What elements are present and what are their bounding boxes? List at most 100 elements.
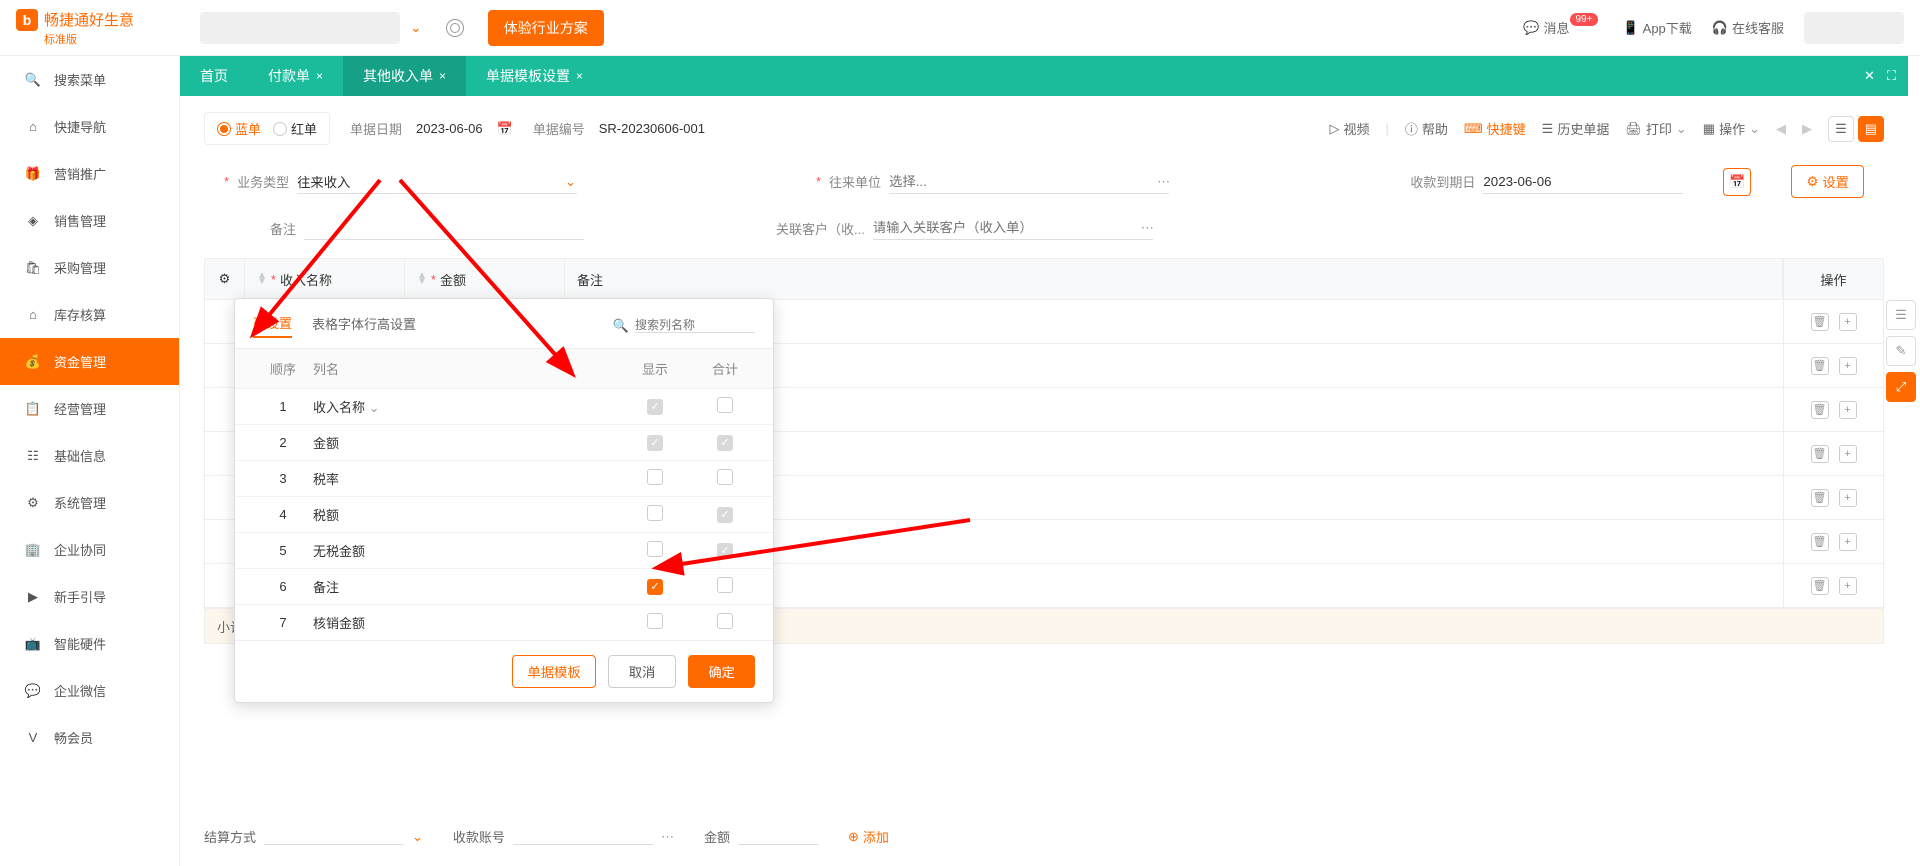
cancel-button[interactable]: 取消: [608, 655, 677, 688]
sidebar-item[interactable]: 🛍采购管理: [0, 244, 179, 291]
rail-note-icon[interactable]: ☰: [1886, 300, 1916, 330]
more-icon[interactable]: ⋯: [1141, 220, 1154, 236]
biz-type-input[interactable]: [297, 170, 577, 194]
sidebar-item[interactable]: 🏢企业协同: [0, 526, 179, 573]
show-checkbox[interactable]: [647, 469, 663, 485]
delete-icon[interactable]: 🗑: [1811, 489, 1829, 507]
close-icon[interactable]: ×: [576, 69, 583, 83]
pop-tab-font[interactable]: 表格字体行高设置: [312, 314, 416, 337]
sidebar-item[interactable]: 📋经营管理: [0, 385, 179, 432]
show-checkbox[interactable]: [647, 541, 663, 557]
tab[interactable]: 其他收入单×: [343, 56, 466, 96]
sum-checkbox[interactable]: [717, 613, 733, 629]
messages-link[interactable]: 💬 消息 99+: [1523, 18, 1602, 37]
delete-icon[interactable]: 🗑: [1811, 401, 1829, 419]
tab[interactable]: 单据模板设置×: [466, 56, 603, 96]
account-input[interactable]: [513, 829, 653, 845]
sidebar-item[interactable]: ◈销售管理: [0, 197, 179, 244]
sidebar-item[interactable]: ▶新手引导: [0, 573, 179, 620]
delete-icon[interactable]: 🗑: [1811, 533, 1829, 551]
sidebar-item[interactable]: 🔍搜索菜单: [0, 56, 179, 103]
help-link[interactable]: ⓘ帮助: [1405, 119, 1448, 138]
calendar-button[interactable]: 📅: [1723, 168, 1751, 196]
settle-method-input[interactable]: [264, 829, 404, 845]
more-icon[interactable]: ⋯: [661, 829, 674, 845]
delete-icon[interactable]: 🗑: [1811, 357, 1829, 375]
sort-icon[interactable]: ▲▼: [257, 273, 267, 285]
show-checkbox[interactable]: [647, 579, 663, 595]
next-icon[interactable]: ▶: [1802, 121, 1812, 137]
show-checkbox[interactable]: [647, 613, 663, 629]
sum-checkbox[interactable]: [717, 397, 733, 413]
tab[interactable]: 首页: [180, 56, 248, 96]
close-icon[interactable]: ×: [316, 69, 323, 83]
add-icon[interactable]: +: [1839, 313, 1857, 331]
sum-checkbox[interactable]: [717, 507, 733, 523]
column-search-input[interactable]: [635, 318, 755, 333]
column-settings-gear[interactable]: ⚙: [205, 259, 245, 299]
add-icon[interactable]: +: [1839, 401, 1857, 419]
due-date-input[interactable]: [1483, 170, 1683, 194]
add-icon[interactable]: +: [1839, 357, 1857, 375]
company-selector[interactable]: [200, 12, 400, 44]
blue-voucher-radio[interactable]: 蓝单: [217, 119, 261, 138]
settings-button[interactable]: ⚙设置: [1791, 165, 1864, 198]
unit-input[interactable]: [889, 170, 1169, 194]
template-button[interactable]: 单据模板: [512, 655, 595, 688]
sum-checkbox[interactable]: [717, 469, 733, 485]
show-checkbox[interactable]: [647, 505, 663, 521]
amount-input[interactable]: [738, 829, 818, 845]
sum-checkbox[interactable]: [717, 577, 733, 593]
calendar-icon[interactable]: 📅: [497, 121, 513, 137]
pop-tab-columns[interactable]: 列设置: [253, 313, 292, 338]
view-list[interactable]: ☰: [1828, 116, 1854, 142]
add-icon[interactable]: +: [1839, 577, 1857, 595]
delete-icon[interactable]: 🗑: [1811, 313, 1829, 331]
sidebar-item[interactable]: 💰资金管理: [0, 338, 179, 385]
close-tab-icon[interactable]: ✕: [1864, 68, 1875, 84]
fullscreen-icon[interactable]: ⛶: [1887, 68, 1896, 84]
sort-icon[interactable]: ▲▼: [417, 273, 427, 285]
sidebar-item[interactable]: V畅会员: [0, 714, 179, 761]
rail-edit-icon[interactable]: ✎: [1886, 336, 1916, 366]
red-voucher-radio[interactable]: 红单: [273, 119, 317, 138]
delete-icon[interactable]: 🗑: [1811, 577, 1829, 595]
prev-icon[interactable]: ◀: [1776, 121, 1786, 137]
show-checkbox[interactable]: [647, 435, 663, 451]
ok-button[interactable]: 确定: [688, 655, 755, 688]
show-checkbox[interactable]: [647, 399, 663, 415]
voucher-date-value[interactable]: 2023-06-06: [416, 121, 483, 136]
online-service-link[interactable]: 🎧 在线客服: [1712, 18, 1784, 37]
shortcut-link[interactable]: ⌨快捷键: [1464, 119, 1526, 138]
add-link[interactable]: ⊕ 添加: [848, 827, 889, 846]
sidebar-item[interactable]: ⌂库存核算: [0, 291, 179, 338]
link-customer-input[interactable]: [873, 216, 1153, 240]
history-link[interactable]: ☰历史单据: [1542, 119, 1610, 138]
operations-link[interactable]: ▦操作⌄: [1703, 119, 1760, 138]
sidebar-item[interactable]: 📺智能硬件: [0, 620, 179, 667]
add-icon[interactable]: +: [1839, 489, 1857, 507]
print-link[interactable]: 🖨打印⌄: [1625, 119, 1686, 138]
more-icon[interactable]: ⋯: [1157, 174, 1170, 190]
remark-input[interactable]: [304, 216, 584, 240]
sidebar-item[interactable]: ⚙系统管理: [0, 479, 179, 526]
chevron-down-icon[interactable]: ⌄: [412, 829, 423, 845]
user-avatar[interactable]: [1804, 12, 1904, 44]
tab[interactable]: 付款单×: [248, 56, 343, 96]
chevron-down-icon[interactable]: ⌄: [410, 19, 422, 36]
app-download-link[interactable]: 📱 App下载: [1622, 18, 1691, 37]
sidebar-item[interactable]: 💬企业微信: [0, 667, 179, 714]
add-icon[interactable]: +: [1839, 533, 1857, 551]
add-icon[interactable]: +: [1839, 445, 1857, 463]
close-icon[interactable]: ×: [439, 69, 446, 83]
sum-checkbox[interactable]: [717, 435, 733, 451]
chevron-down-icon[interactable]: ⌄: [565, 174, 576, 190]
trial-button[interactable]: 体验行业方案: [488, 10, 604, 46]
video-link[interactable]: ▷视频: [1329, 119, 1369, 138]
sidebar-item[interactable]: ☷基础信息: [0, 432, 179, 479]
rail-expand-icon[interactable]: ⤢: [1886, 372, 1916, 402]
sidebar-item[interactable]: 🎁营销推广: [0, 150, 179, 197]
view-card[interactable]: ▤: [1858, 116, 1884, 142]
sidebar-item[interactable]: ⌂快捷导航: [0, 103, 179, 150]
sum-checkbox[interactable]: [717, 543, 733, 559]
